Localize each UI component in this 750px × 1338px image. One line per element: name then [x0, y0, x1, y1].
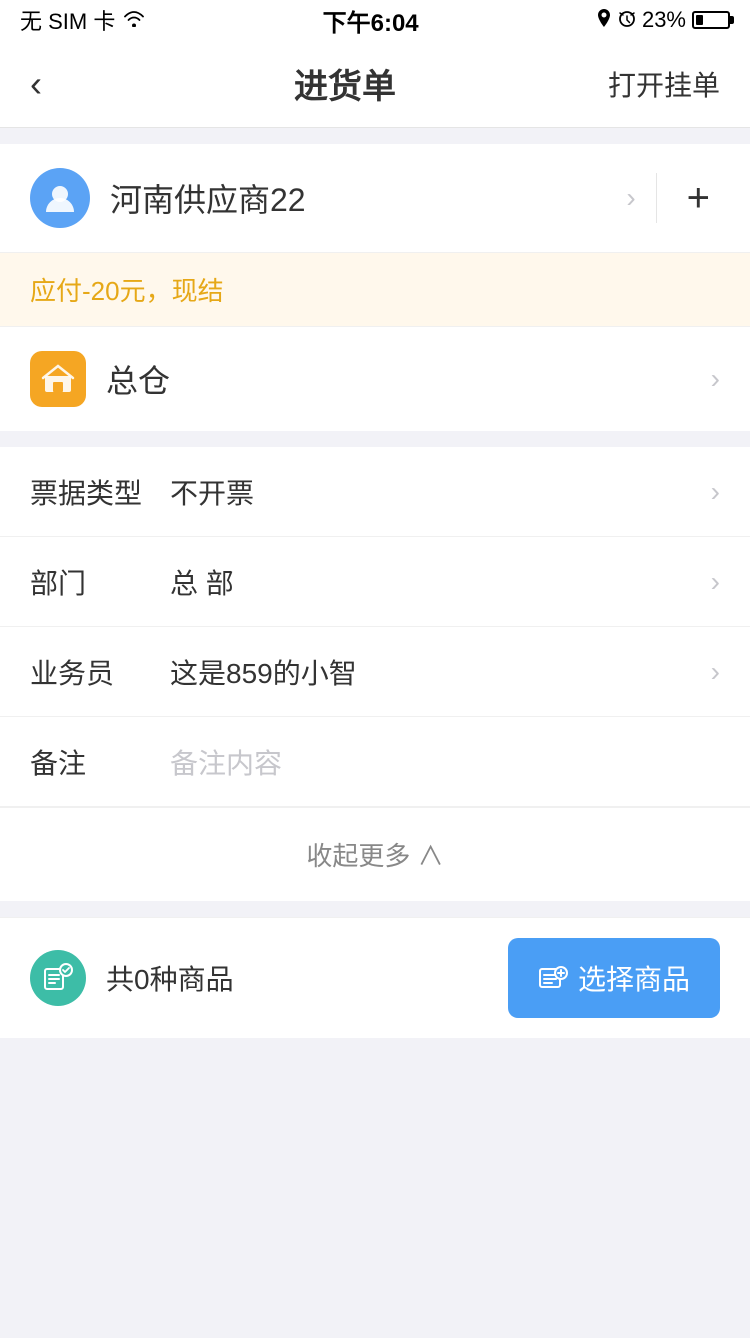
bottom-bar: 共0种商品 选择商品	[0, 917, 750, 1038]
remarks-input[interactable]: 备注内容	[150, 742, 720, 782]
status-time: 下午6:04	[323, 3, 419, 38]
sales-person-chevron-icon: ›	[711, 656, 720, 688]
department-value: 总 部	[150, 562, 701, 602]
page-background	[0, 1038, 750, 1338]
section-gap-1	[0, 128, 750, 144]
warehouse-row[interactable]: 总仓 ›	[0, 326, 750, 431]
remarks-row[interactable]: 备注 备注内容	[0, 717, 750, 807]
sales-person-label: 业务员	[30, 652, 150, 692]
signal-text: 无 SIM 卡	[20, 4, 115, 36]
open-pending-button[interactable]: 打开挂单	[600, 64, 720, 104]
battery-text: 23%	[642, 7, 686, 33]
warehouse-icon	[30, 351, 86, 407]
notice-bar: 应付-20元，现结	[0, 253, 750, 326]
select-product-button[interactable]: 选择商品	[508, 938, 720, 1018]
supplier-name: 河南供应商22	[110, 175, 616, 221]
department-row[interactable]: 部门 总 部 ›	[0, 537, 750, 627]
nav-bar: ‹ 进货单 打开挂单	[0, 40, 750, 128]
page-title: 进货单	[90, 59, 600, 108]
sales-person-value: 这是859的小智	[150, 652, 701, 692]
back-button[interactable]: ‹	[30, 63, 90, 105]
invoice-type-value: 不开票	[150, 472, 701, 512]
collapse-button[interactable]: 收起更多 ∧	[0, 807, 750, 901]
product-count-text: 共0种商品	[106, 958, 508, 998]
sales-person-row[interactable]: 业务员 这是859的小智 ›	[0, 627, 750, 717]
supplier-avatar	[30, 168, 90, 228]
alarm-icon	[618, 7, 636, 33]
add-button[interactable]: +	[677, 176, 720, 221]
vertical-divider	[656, 173, 657, 223]
notice-text: 应付-20元，现结	[30, 276, 224, 306]
department-label: 部门	[30, 562, 150, 602]
department-chevron-icon: ›	[711, 566, 720, 598]
wifi-icon	[123, 7, 145, 33]
warehouse-chevron-icon: ›	[711, 363, 720, 395]
supplier-chevron-icon: ›	[626, 182, 635, 214]
status-left: 无 SIM 卡	[20, 4, 145, 36]
supplier-card: 河南供应商22 › + 应付-20元，现结 总仓 ›	[0, 144, 750, 431]
status-bar: 无 SIM 卡 下午6:04 23%	[0, 0, 750, 40]
invoice-type-label: 票据类型	[30, 472, 150, 512]
remarks-label: 备注	[30, 742, 150, 782]
product-count-icon	[30, 950, 86, 1006]
invoice-type-chevron-icon: ›	[711, 476, 720, 508]
status-right: 23%	[596, 7, 730, 33]
collapse-label: 收起更多 ∧	[306, 841, 443, 871]
select-product-label: 选择商品	[578, 958, 690, 998]
location-icon	[596, 7, 612, 33]
supplier-row[interactable]: 河南供应商22 › +	[0, 144, 750, 253]
form-section: 票据类型 不开票 › 部门 总 部 › 业务员 这是859的小智 › 备注 备注…	[0, 447, 750, 901]
battery-icon	[692, 11, 730, 29]
warehouse-name: 总仓	[106, 356, 701, 402]
invoice-type-row[interactable]: 票据类型 不开票 ›	[0, 447, 750, 537]
select-product-icon	[538, 963, 568, 993]
